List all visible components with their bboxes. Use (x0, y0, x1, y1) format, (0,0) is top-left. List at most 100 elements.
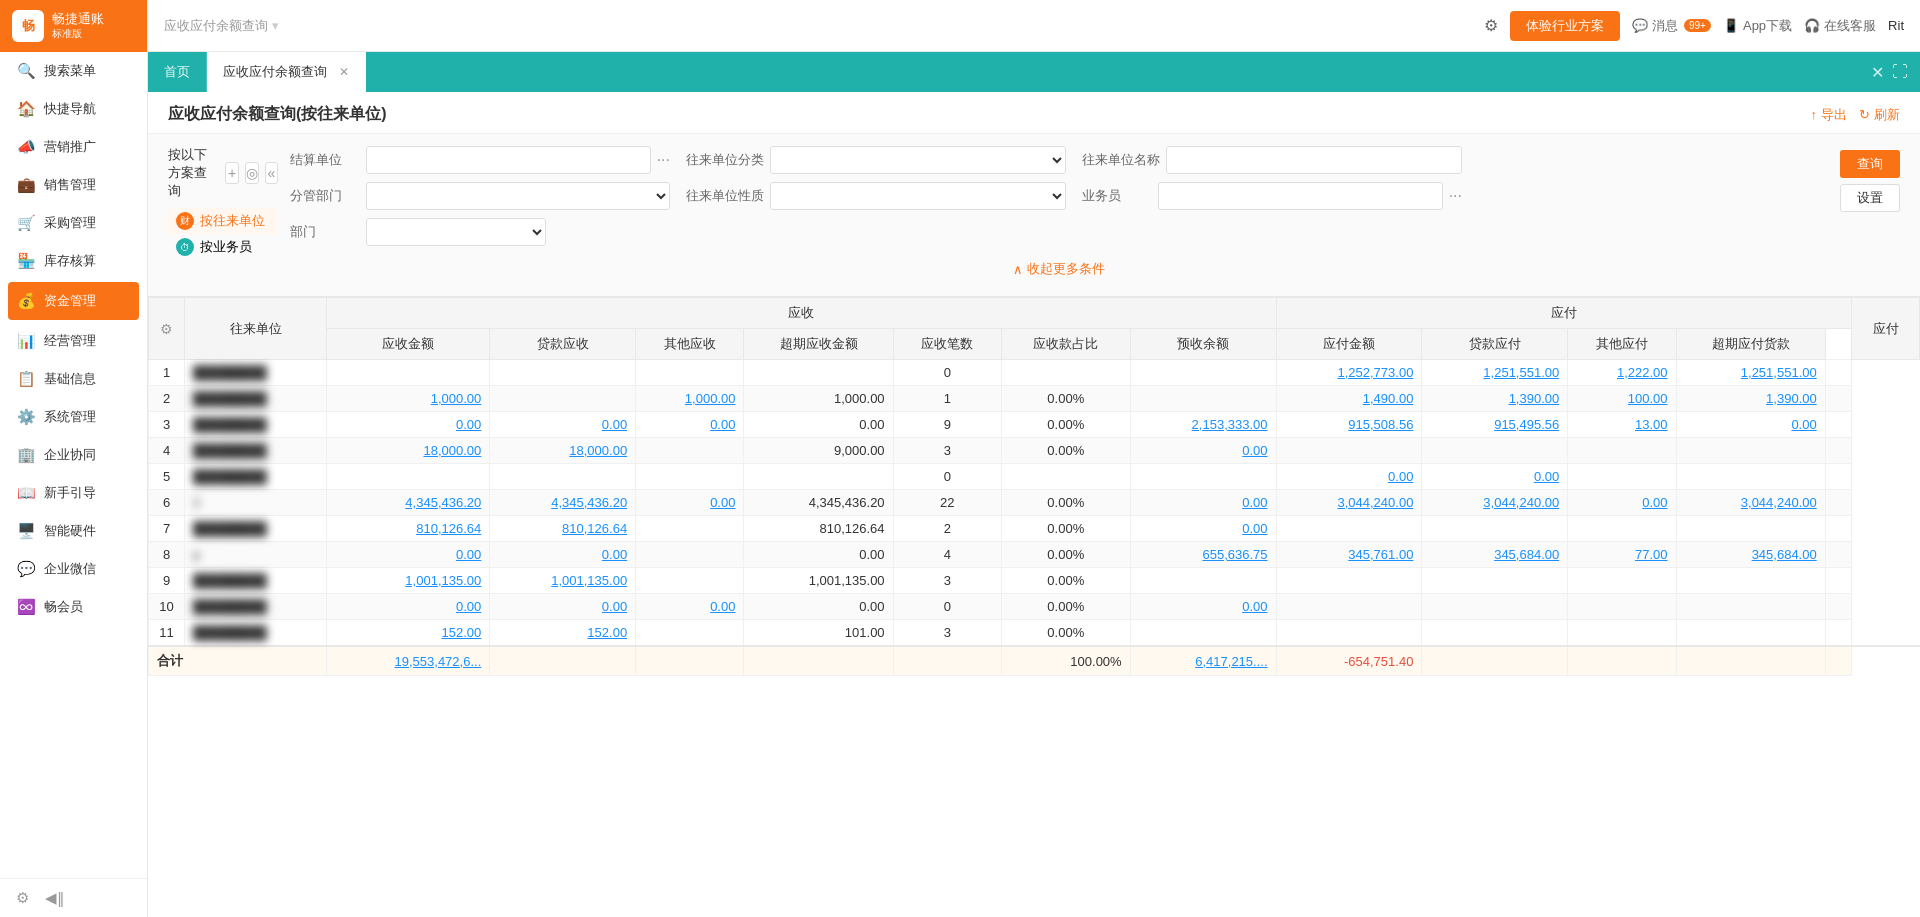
table-row: 8 p 0.00 0.00 0.00 4 0.00% 655,636.75 34… (149, 542, 1920, 568)
dept-select[interactable] (366, 218, 546, 246)
sidebar-item-wechat[interactable]: 💬 企业微信 (0, 550, 147, 588)
cell-index: 1 (149, 360, 185, 386)
online-service-btn[interactable]: 🎧 在线客服 (1804, 17, 1876, 35)
cell-ap-loan (1422, 568, 1568, 594)
unit-name-input[interactable] (1166, 146, 1462, 174)
cell-partner: ████████ (185, 360, 327, 386)
cell-partner: ████████ (185, 568, 327, 594)
unit-nature-select[interactable] (770, 182, 1066, 210)
user-name[interactable]: Rit (1888, 18, 1904, 33)
sidebar-item-system[interactable]: ⚙️ 系统管理 (0, 398, 147, 436)
tab-home[interactable]: 首页 (148, 52, 207, 92)
system-icon: ⚙️ (16, 408, 36, 426)
tab-close-icon[interactable]: ✕ (339, 65, 349, 79)
sidebar-item-hardware[interactable]: 🖥️ 智能硬件 (0, 512, 147, 550)
sidebar-item-member[interactable]: ♾️ 畅会员 (0, 588, 147, 626)
footer-settings-icon[interactable]: ⚙ (16, 889, 29, 907)
footer-ap-col (1825, 646, 1852, 676)
th-settings[interactable]: ⚙ (149, 298, 185, 360)
export-btn[interactable]: ↑ 导出 (1811, 106, 1848, 124)
footer-ar-amount: 19,553,472,6... (327, 646, 490, 676)
cell-ap-amount: 1,252,773.00 (1276, 360, 1422, 386)
sidebar-item-search-menu[interactable]: 🔍 搜索菜单 (0, 52, 147, 90)
cell-index: 3 (149, 412, 185, 438)
salesperson-dots[interactable]: ··· (1449, 187, 1462, 205)
query-btn[interactable]: 查询 (1840, 150, 1900, 178)
cell-ap-amount: 1,490.00 (1276, 386, 1422, 412)
inventory-icon: 🏪 (16, 252, 36, 270)
filter-by-staff[interactable]: ⏱ 按业务员 (168, 234, 278, 260)
filter-collapse-btn[interactable]: « (265, 162, 278, 184)
tab-fullscreen-icon[interactable]: ⛶ (1892, 63, 1908, 81)
refresh-btn[interactable]: ↻ 刷新 (1859, 106, 1900, 124)
logo-icon: 畅 (12, 10, 44, 42)
tab-close-all-icon[interactable]: ✕ (1871, 63, 1884, 82)
table-settings-gear[interactable]: ⚙ (160, 321, 173, 337)
cell-ap-amount: 0.00 (1276, 464, 1422, 490)
footer-ap-other (1568, 646, 1676, 676)
field-unit-nature: 往来单位性质 (686, 182, 1066, 210)
cell-ap-amount (1276, 516, 1422, 542)
cell-ap-other: 77.00 (1568, 542, 1676, 568)
filter-add-btn[interactable]: + (225, 162, 238, 184)
cell-ap-col (1825, 542, 1852, 568)
finance-icon: 💰 (16, 292, 36, 310)
cell-ar-amount: 18,000.00 (327, 438, 490, 464)
footer-ar-other (636, 646, 744, 676)
sidebar-item-purchase[interactable]: 🛒 采购管理 (0, 204, 147, 242)
logo-badge: 标准版 (52, 27, 104, 41)
cell-ap-overdue: 345,684.00 (1676, 542, 1825, 568)
filter-by-unit[interactable]: 财 按往来单位 (168, 208, 278, 234)
cell-ar-loan: 18,000.00 (490, 438, 636, 464)
salesperson-input[interactable] (1158, 182, 1443, 210)
app-download-btn[interactable]: 📱 App下载 (1723, 17, 1792, 35)
cell-ar-count: 9 (893, 412, 1001, 438)
field-label-unit-category: 往来单位分类 (686, 151, 764, 169)
tab-ar-ap[interactable]: 应收应付余额查询 ✕ (207, 52, 366, 92)
cell-ap-loan: 1,390.00 (1422, 386, 1568, 412)
unit-category-select[interactable] (770, 146, 1066, 174)
sidebar-item-label: 畅会员 (44, 598, 83, 616)
cell-ar-ratio: 0.00% (1001, 568, 1130, 594)
sidebar-item-inventory[interactable]: 🏪 库存核算 (0, 242, 147, 280)
cell-ar-advance (1130, 464, 1276, 490)
footer-ar-advance: 6,417,215.... (1130, 646, 1276, 676)
promo-btn[interactable]: 体验行业方案 (1510, 11, 1620, 41)
basic-icon: 📋 (16, 370, 36, 388)
settings-action-btn[interactable]: 设置 (1840, 184, 1900, 212)
sidebar-item-finance[interactable]: 💰 资金管理 (8, 282, 139, 320)
cell-ap-amount: 915,508.56 (1276, 412, 1422, 438)
table-row: 3 ████████ 0.00 0.00 0.00 0.00 9 0.00% 2… (149, 412, 1920, 438)
breadcrumb-text: 应收应付余额查询 (164, 17, 268, 35)
sidebar-item-marketing[interactable]: 📣 营销推广 (0, 128, 147, 166)
cell-ar-other: 0.00 (636, 490, 744, 516)
sidebar-item-label: 经营管理 (44, 332, 96, 350)
settlement-unit-input[interactable] (366, 146, 651, 174)
topbar-settings-icon[interactable]: ⚙ (1484, 16, 1498, 35)
sidebar-item-quick-nav[interactable]: 🏠 快捷导航 (0, 90, 147, 128)
app-logo: 畅 畅捷通账 标准版 (0, 0, 147, 52)
filter-collapse-toggle[interactable]: ∧ 收起更多条件 (290, 254, 1828, 284)
sidebar-item-sales[interactable]: 💼 销售管理 (0, 166, 147, 204)
cell-ap-overdue: 3,044,240.00 (1676, 490, 1825, 516)
sidebar-item-guide[interactable]: 📖 新手引导 (0, 474, 147, 512)
sidebar-item-enterprise[interactable]: 🏢 企业协同 (0, 436, 147, 474)
cell-ar-amount: 1,000.00 (327, 386, 490, 412)
cell-index: 6 (149, 490, 185, 516)
sales-icon: 💼 (16, 176, 36, 194)
cell-index: 4 (149, 438, 185, 464)
field-label-salesperson: 业务员 (1082, 187, 1152, 205)
cell-ar-ratio: 0.00% (1001, 438, 1130, 464)
footer-ap-overdue (1676, 646, 1825, 676)
footer-collapse-icon[interactable]: ◀‖ (45, 889, 65, 907)
sidebar-item-basic[interactable]: 📋 基础信息 (0, 360, 147, 398)
sidebar-item-operation[interactable]: 📊 经营管理 (0, 322, 147, 360)
cell-ar-amount (327, 464, 490, 490)
messages-badge: 99+ (1684, 19, 1711, 32)
settlement-unit-dots[interactable]: ··· (657, 151, 670, 169)
dept-manager-select[interactable] (366, 182, 670, 210)
messages-btn[interactable]: 💬 消息 99+ (1632, 17, 1711, 35)
cell-ap-overdue (1676, 620, 1825, 647)
filter-row-3: 部门 (290, 218, 1828, 246)
filter-settings-btn[interactable]: ◎ (245, 162, 259, 184)
